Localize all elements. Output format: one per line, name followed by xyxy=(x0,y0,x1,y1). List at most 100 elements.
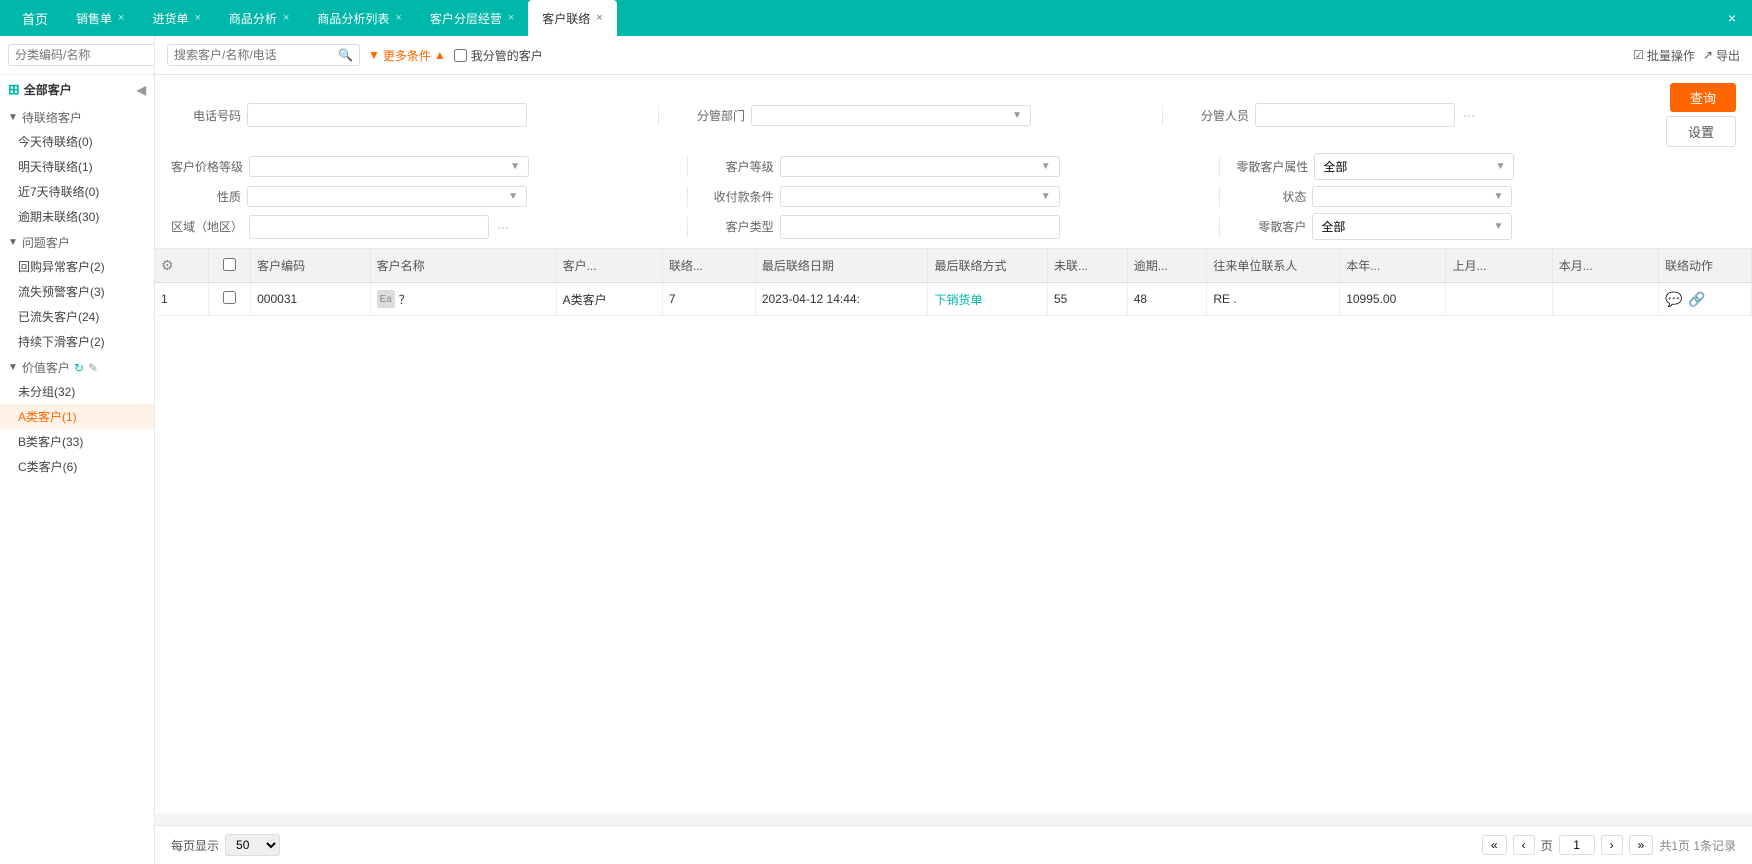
table-settings-icon[interactable]: ⚙ xyxy=(161,257,174,273)
all-customers-title[interactable]: ⊞ 全部客户 ◀ xyxy=(0,75,154,104)
more-icon[interactable]: ··· xyxy=(1463,108,1475,122)
refresh-icon[interactable]: ↻ xyxy=(74,361,84,375)
sidebar-item-tomorrow-contact[interactable]: 明天待联络(1) xyxy=(0,154,154,179)
row-overdue: 48 xyxy=(1127,283,1207,316)
filter-field-price-level: 客户价格等级 ▼ xyxy=(171,156,671,177)
tab-customer-segment-close[interactable]: × xyxy=(508,12,514,24)
caret-icon: ▲ xyxy=(434,48,446,62)
my-customers-filter[interactable]: 我分管的客户 xyxy=(454,47,543,64)
row-index: 1 xyxy=(155,283,208,316)
col-header-last-date: 最后联络日期 xyxy=(755,249,928,283)
col-header-overdue: 逾期... xyxy=(1127,249,1207,283)
row-year-amount: 10995.00 xyxy=(1340,283,1446,316)
tab-customer-contact[interactable]: 客户联络 × xyxy=(528,0,616,36)
link-icon[interactable]: 🔗 xyxy=(1688,291,1705,308)
sidebar-item-churned[interactable]: 已流失客户(24) xyxy=(0,304,154,329)
sidebar-item-declining[interactable]: 持续下滑客户(2) xyxy=(0,329,154,354)
edit-group-icon[interactable]: ✎ xyxy=(88,361,98,375)
caret-down-icon: ▼ xyxy=(1495,161,1505,172)
tab-sales-close[interactable]: × xyxy=(118,12,124,24)
page-size-selector: 每页显示 50 100 200 xyxy=(171,834,280,856)
row-checkbox[interactable] xyxy=(223,291,236,304)
batch-operations-button[interactable]: ☑ 批量操作 xyxy=(1633,47,1695,64)
nav-home[interactable]: 首页 xyxy=(8,9,62,28)
sidebar-collapse-button[interactable]: ◀ xyxy=(137,83,146,97)
sidebar-search-input[interactable] xyxy=(8,44,155,66)
retail-attr-select[interactable]: 全部 ▼ xyxy=(1314,153,1514,180)
payment-label: 收付款条件 xyxy=(704,188,774,205)
customer-name-text[interactable]: ？ xyxy=(399,291,411,308)
sidebar-item-c-customers[interactable]: C类客户(6) xyxy=(0,454,154,479)
sidebar-item-ungrouped[interactable]: 未分组(32) xyxy=(0,379,154,404)
tab-customer-segment[interactable]: 客户分层经营 × xyxy=(416,0,528,36)
customer-level-select[interactable]: ▼ xyxy=(780,156,1060,177)
retail-attr-label: 零散客户属性 xyxy=(1236,158,1308,175)
status-select[interactable]: ▼ xyxy=(1312,186,1512,207)
region-input[interactable] xyxy=(249,215,489,239)
filter-search-input[interactable] xyxy=(174,48,334,62)
first-page-button[interactable]: « xyxy=(1482,835,1507,855)
query-button[interactable]: 查询 xyxy=(1670,83,1736,112)
settings-button[interactable]: 设置 xyxy=(1666,116,1736,147)
last-page-button[interactable]: » xyxy=(1629,835,1654,855)
payment-select[interactable]: ▼ xyxy=(780,186,1060,207)
sidebar-item-churn-warning[interactable]: 流失预警客户(3) xyxy=(0,279,154,304)
next-page-button[interactable]: › xyxy=(1601,835,1623,855)
tab-analysis-close[interactable]: × xyxy=(283,12,289,24)
my-customers-checkbox[interactable] xyxy=(454,49,467,62)
tab-analysis-list-close[interactable]: × xyxy=(395,12,401,24)
filter-search-box: 🔍 xyxy=(167,44,360,66)
horizontal-scrollbar[interactable] xyxy=(155,813,1752,825)
last-method-link[interactable]: 下销货单 xyxy=(934,293,982,307)
dept-select[interactable]: ▼ xyxy=(751,105,1031,126)
tab-customer-contact-close[interactable]: × xyxy=(596,12,602,24)
sidebar-group-waiting-contact[interactable]: ▼ 待联络客户 xyxy=(0,104,154,129)
filter-row-2: 客户价格等级 ▼ 客户等级 ▼ 零散客户属性 xyxy=(171,153,1736,180)
sidebar-group-problem-customers[interactable]: ▼ 问题客户 xyxy=(0,229,154,254)
page-size-select[interactable]: 50 100 200 xyxy=(225,834,280,856)
retail-customer-label: 零散客户 xyxy=(1236,218,1306,235)
sidebar-item-b-customers[interactable]: B类客户(33) xyxy=(0,429,154,454)
sidebar-group-value-customers[interactable]: ▼ 价值客户 ↻ ✎ xyxy=(0,354,154,379)
caret-down-icon: ▼ xyxy=(1493,191,1503,202)
data-table-area: ⚙ 客户编码 客户名称 客户... xyxy=(155,249,1752,813)
filter-field-dept: 分管部门 ▼ xyxy=(675,105,1146,126)
tab-analysis-list[interactable]: 商品分析列表 × xyxy=(303,0,415,36)
select-all-checkbox[interactable] xyxy=(223,258,236,271)
divider xyxy=(658,105,659,125)
table-header-row: ⚙ 客户编码 客户名称 客户... xyxy=(155,249,1752,283)
phone-input[interactable] xyxy=(247,103,527,127)
tab-purchase[interactable]: 进货单 × xyxy=(138,0,214,36)
retail-customer-select[interactable]: 全部 ▼ xyxy=(1312,213,1512,240)
close-all-button[interactable]: × xyxy=(1728,10,1744,26)
row-uncontact: 55 xyxy=(1048,283,1128,316)
more-filters-button[interactable]: ▼ 更多条件 ▲ xyxy=(368,47,446,64)
price-level-select[interactable]: ▼ xyxy=(249,156,529,177)
tab-analysis[interactable]: 商品分析 × xyxy=(215,0,303,36)
sidebar-item-overdue-contact[interactable]: 逾期未联络(30) xyxy=(0,204,154,229)
filter-right-actions: ☑ 批量操作 ↗ 导出 xyxy=(1633,47,1740,64)
sidebar-item-week-contact[interactable]: 近7天待联络(0) xyxy=(0,179,154,204)
tab-sales[interactable]: 销售单 × xyxy=(62,0,138,36)
filter-field-manager: 分管人员 ··· xyxy=(1179,103,1650,127)
filter-row-3: 性质 ▼ 收付款条件 ▼ 状态 xyxy=(171,186,1736,207)
sidebar-item-a-customers[interactable]: A类客户(1) xyxy=(0,404,154,429)
tab-purchase-close[interactable]: × xyxy=(194,12,200,24)
arrow-down-icon: ▼ xyxy=(8,237,18,248)
manager-input[interactable] xyxy=(1255,103,1455,127)
sidebar-item-repurchase-abnormal[interactable]: 回购异常客户(2) xyxy=(0,254,154,279)
caret-down-icon: ▼ xyxy=(1493,221,1503,232)
customer-type-input[interactable] xyxy=(780,215,1060,239)
footer-pagination: 每页显示 50 100 200 « ‹ 页 › » 共1页 1条记录 xyxy=(155,825,1752,864)
export-button[interactable]: ↗ 导出 xyxy=(1703,47,1740,64)
filter-search-icon[interactable]: 🔍 xyxy=(338,48,353,62)
nature-select[interactable]: ▼ xyxy=(247,186,527,207)
prev-page-button[interactable]: ‹ xyxy=(1513,835,1535,855)
page-number-input[interactable] xyxy=(1559,835,1595,855)
top-navigation: 首页 销售单 × 进货单 × 商品分析 × 商品分析列表 × 客户分层经营 × … xyxy=(0,0,1752,36)
divider xyxy=(1219,187,1220,207)
sidebar-item-today-contact[interactable]: 今天待联络(0) xyxy=(0,129,154,154)
message-icon[interactable]: 💬 xyxy=(1665,291,1682,308)
customers-table: ⚙ 客户编码 客户名称 客户... xyxy=(155,249,1752,316)
more-dots-icon[interactable]: ··· xyxy=(497,220,509,234)
